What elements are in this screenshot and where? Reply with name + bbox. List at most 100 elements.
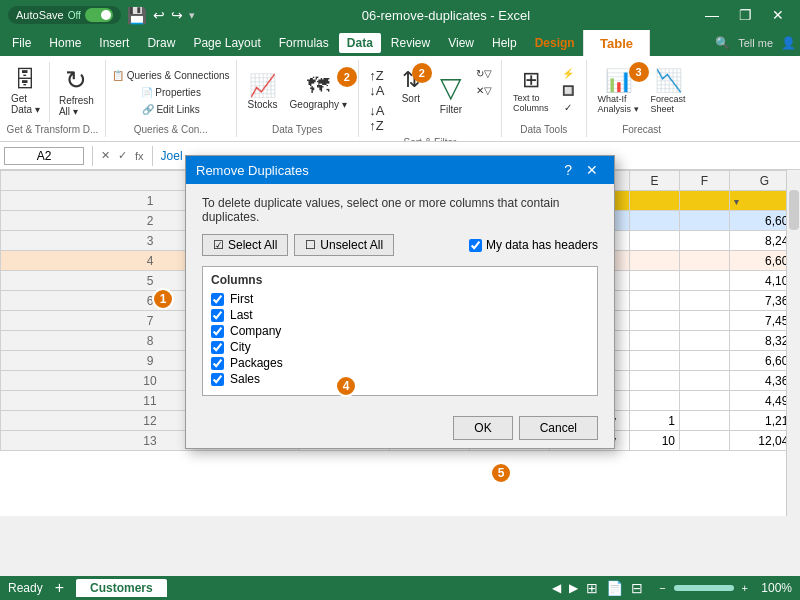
scroll-right-btn[interactable]: ▶	[569, 581, 578, 595]
formula-accept-btn[interactable]: ✓	[118, 149, 127, 162]
quick-access-more[interactable]: ▾	[189, 9, 195, 22]
dialog-close-btn[interactable]: ✕	[580, 162, 604, 178]
cell-f13[interactable]	[680, 431, 730, 451]
table-tab[interactable]: Table	[583, 30, 650, 56]
menu-review[interactable]: Review	[383, 33, 438, 53]
scroll-left-btn[interactable]: ◀	[552, 581, 561, 595]
menu-view[interactable]: View	[440, 33, 482, 53]
menu-file[interactable]: File	[4, 33, 39, 53]
vertical-scrollbar[interactable]	[786, 170, 800, 516]
menu-insert[interactable]: Insert	[91, 33, 137, 53]
cell-e1[interactable]	[630, 191, 680, 211]
zoom-minus-btn[interactable]: −	[659, 582, 665, 594]
formula-insert-fn-btn[interactable]: fx	[135, 150, 144, 162]
cell-e6[interactable]	[630, 291, 680, 311]
reapply-btn[interactable]: ↻▽	[473, 66, 495, 81]
col-checkbox-last[interactable]	[211, 309, 224, 322]
refresh-all-btn[interactable]: ↻ RefreshAll ▾	[54, 64, 99, 120]
cell-e13[interactable]: 10	[630, 431, 680, 451]
remove-duplicates-btn[interactable]: 🔲	[556, 83, 580, 98]
cell-e12[interactable]: 1	[630, 411, 680, 431]
menu-help[interactable]: Help	[484, 33, 525, 53]
cell-e2[interactable]	[630, 211, 680, 231]
cell-e8[interactable]	[630, 331, 680, 351]
menu-draw[interactable]: Draw	[139, 33, 183, 53]
filter-drop-g1[interactable]: ▾	[734, 197, 739, 207]
cell-f1[interactable]	[680, 191, 730, 211]
col-header-f[interactable]: F	[680, 171, 730, 191]
undo-btn[interactable]: ↩	[153, 7, 165, 23]
geography-btn[interactable]: 2 🗺 Geography ▾	[285, 72, 352, 113]
cell-f7[interactable]	[680, 311, 730, 331]
cell-e10[interactable]	[630, 371, 680, 391]
get-data-btn[interactable]: 🗄 GetData ▾	[6, 66, 45, 118]
cell-f4[interactable]	[680, 251, 730, 271]
cell-f6[interactable]	[680, 291, 730, 311]
menu-formulas[interactable]: Formulas	[271, 33, 337, 53]
col-checkbox-city[interactable]	[211, 341, 224, 354]
menu-page-layout[interactable]: Page Layout	[185, 33, 268, 53]
tell-me-input[interactable]: Tell me	[738, 37, 773, 49]
what-if-btn[interactable]: 3 📊 What-IfAnalysis ▾	[593, 67, 644, 117]
my-data-headers-label[interactable]: My data has headers	[469, 238, 598, 252]
flash-fill-btn[interactable]: ⚡	[556, 66, 580, 81]
sort-btn[interactable]: 2 ⇅ Sort	[393, 66, 429, 107]
save-icon[interactable]: 💾	[127, 6, 147, 25]
cell-f5[interactable]	[680, 271, 730, 291]
col-checkbox-sales[interactable]	[211, 373, 224, 386]
clear-btn[interactable]: ✕▽	[473, 83, 495, 98]
select-all-btn[interactable]: ☑ Select All	[202, 234, 288, 256]
dialog-ok-btn[interactable]: OK	[453, 416, 512, 440]
dialog-cancel-btn[interactable]: Cancel	[519, 416, 598, 440]
col-checkbox-packages[interactable]	[211, 357, 224, 370]
share-icon[interactable]: 👤	[781, 36, 796, 50]
col-checkbox-first[interactable]	[211, 293, 224, 306]
autosave-toggle-switch[interactable]	[85, 8, 113, 22]
cell-f8[interactable]	[680, 331, 730, 351]
formula-cancel-btn[interactable]: ✕	[101, 149, 110, 162]
menu-design[interactable]: Design	[527, 33, 583, 53]
properties-btn[interactable]: 📄 Properties	[141, 87, 201, 98]
text-to-columns-btn[interactable]: ⊞ Text toColumns	[508, 66, 554, 116]
sort-za-btn[interactable]: ↓A↑Z	[365, 101, 389, 135]
name-box[interactable]: A2	[4, 147, 84, 165]
cell-e4[interactable]	[630, 251, 680, 271]
cell-f9[interactable]	[680, 351, 730, 371]
unselect-all-btn[interactable]: ☐ Unselect All	[294, 234, 394, 256]
minimize-btn[interactable]: —	[697, 5, 727, 25]
cell-f11[interactable]	[680, 391, 730, 411]
cell-f12[interactable]	[680, 411, 730, 431]
col-checkbox-company[interactable]	[211, 325, 224, 338]
cell-e11[interactable]	[630, 391, 680, 411]
dialog-help-btn[interactable]: ?	[558, 162, 578, 178]
autosave-toggle[interactable]: AutoSave Off	[8, 6, 121, 24]
menu-data[interactable]: Data	[339, 33, 381, 53]
search-icon[interactable]: 🔍	[715, 36, 730, 50]
cell-e7[interactable]	[630, 311, 680, 331]
edit-links-btn[interactable]: 🔗 Edit Links	[142, 104, 200, 115]
data-validation-btn[interactable]: ✓	[556, 100, 580, 115]
cell-f3[interactable]	[680, 231, 730, 251]
sheet-tab-customers[interactable]: Customers	[76, 579, 167, 597]
normal-view-btn[interactable]: ⊞	[586, 580, 598, 596]
zoom-slider[interactable]	[674, 585, 734, 591]
queries-connections-btn[interactable]: 📋 Queries & Connections	[112, 70, 230, 81]
forecast-sheet-btn[interactable]: 📉 ForecastSheet	[646, 67, 691, 117]
redo-btn[interactable]: ↪	[171, 7, 183, 23]
page-break-view-btn[interactable]: ⊟	[631, 580, 643, 596]
filter-btn[interactable]: ▽ Filter	[431, 66, 471, 120]
close-btn[interactable]: ✕	[764, 5, 792, 25]
zoom-plus-btn[interactable]: +	[742, 582, 748, 594]
page-layout-view-btn[interactable]: 📄	[606, 580, 623, 596]
col-header-e[interactable]: E	[630, 171, 680, 191]
cell-e5[interactable]	[630, 271, 680, 291]
restore-btn[interactable]: ❐	[731, 5, 760, 25]
my-data-headers-checkbox[interactable]	[469, 239, 482, 252]
stocks-btn[interactable]: 📈 Stocks	[243, 72, 283, 113]
cell-e9[interactable]	[630, 351, 680, 371]
cell-f2[interactable]	[680, 211, 730, 231]
add-sheet-btn[interactable]: +	[55, 579, 64, 597]
cell-e3[interactable]	[630, 231, 680, 251]
cell-f10[interactable]	[680, 371, 730, 391]
menu-home[interactable]: Home	[41, 33, 89, 53]
